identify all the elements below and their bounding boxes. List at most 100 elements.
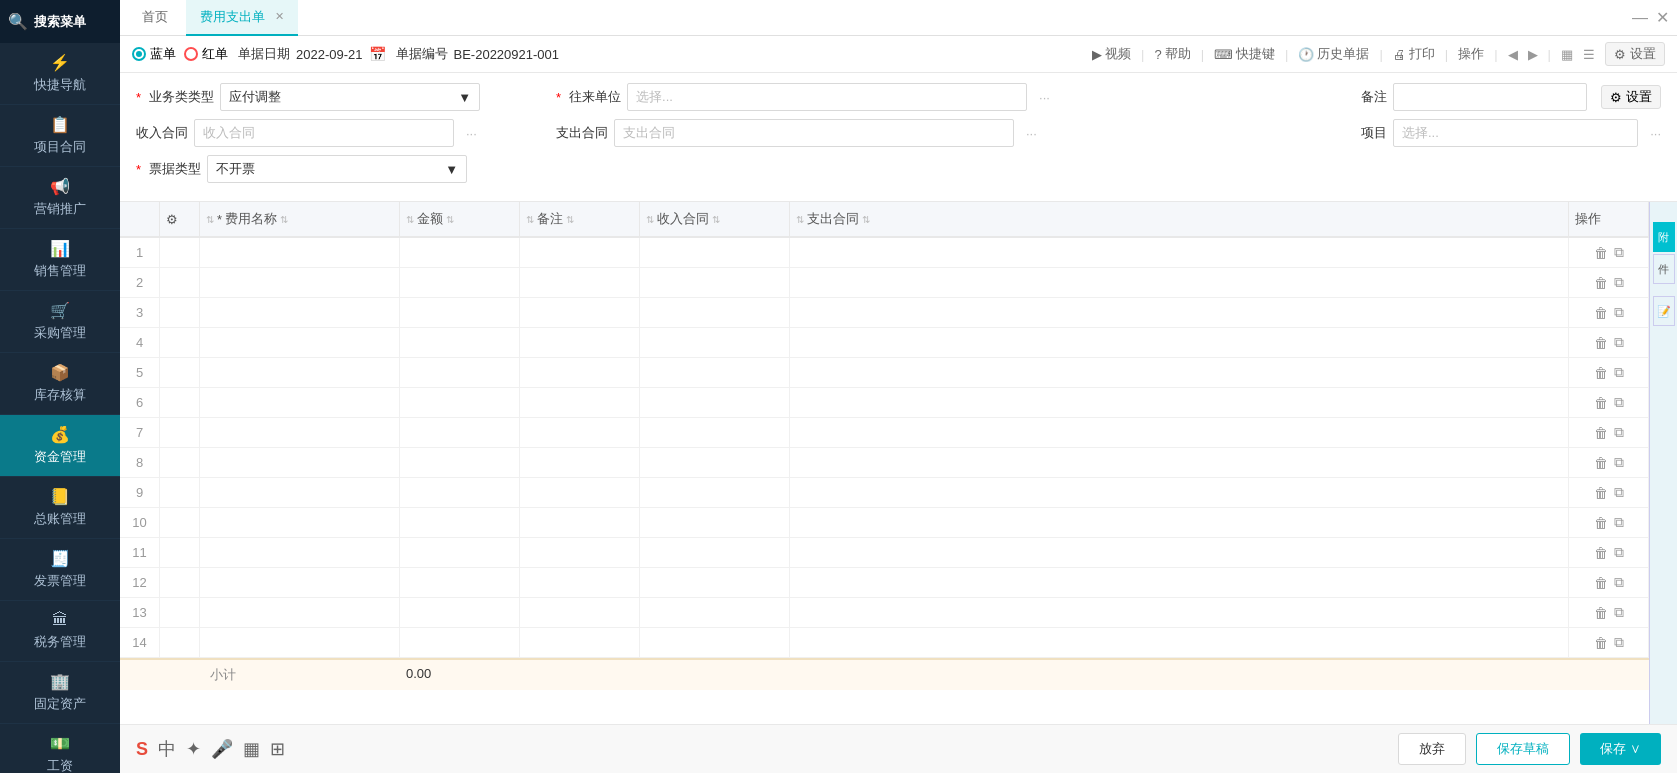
print-btn[interactable]: 🖨 打印 (1393, 45, 1435, 63)
row-name[interactable] (200, 478, 400, 507)
discard-button[interactable]: 放弃 (1398, 733, 1466, 765)
copy-icon[interactable]: ⧉ (1614, 394, 1624, 411)
row-name[interactable] (200, 508, 400, 537)
row-income[interactable] (640, 508, 790, 537)
float-btn-memo[interactable]: 📝 (1653, 296, 1675, 326)
sidebar-item-salary[interactable]: 💵 工资 (0, 724, 120, 773)
sidebar-item-purchase-mgmt[interactable]: 🛒 采购管理 (0, 291, 120, 353)
row-amount[interactable] (400, 268, 520, 297)
float-btn-attach2[interactable]: 件 (1653, 254, 1675, 284)
row-name[interactable] (200, 418, 400, 447)
delete-icon[interactable]: 🗑 (1594, 605, 1608, 621)
copy-icon[interactable]: ⧉ (1614, 604, 1624, 621)
sidebar-item-quick-nav[interactable]: ⚡ 快捷导航 (0, 43, 120, 105)
note-input[interactable] (1393, 83, 1587, 111)
row-expense[interactable] (790, 448, 1569, 477)
row-name[interactable] (200, 238, 400, 267)
row-amount[interactable] (400, 508, 520, 537)
tool1-icon[interactable]: 中 (158, 737, 176, 761)
row-income[interactable] (640, 568, 790, 597)
row-note[interactable] (520, 598, 640, 627)
tab-home[interactable]: 首页 (128, 0, 182, 36)
expense-more[interactable]: ··· (1026, 126, 1037, 141)
sidebar-item-fund-mgmt[interactable]: 💰 资金管理 (0, 415, 120, 477)
arrow-right-icon[interactable]: ▶ (1528, 47, 1538, 62)
delete-icon[interactable]: 🗑 (1594, 395, 1608, 411)
row-expense[interactable] (790, 538, 1569, 567)
row-income[interactable] (640, 478, 790, 507)
delete-icon[interactable]: 🗑 (1594, 305, 1608, 321)
save-draft-button[interactable]: 保存草稿 (1476, 733, 1570, 765)
row-name[interactable] (200, 598, 400, 627)
row-amount[interactable] (400, 478, 520, 507)
note-settings[interactable]: ⚙ 设置 (1601, 85, 1661, 109)
list-icon[interactable]: ☰ (1583, 47, 1595, 62)
settings-button[interactable]: ⚙ 设置 (1605, 42, 1665, 66)
row-note[interactable] (520, 238, 640, 267)
delete-icon[interactable]: 🗑 (1594, 545, 1608, 561)
tool4-icon[interactable]: ▦ (243, 738, 260, 760)
sidebar-item-sales-mgmt[interactable]: 📊 销售管理 (0, 229, 120, 291)
sidebar-item-project-contract[interactable]: 📋 项目合同 (0, 105, 120, 167)
row-expense[interactable] (790, 568, 1569, 597)
row-income[interactable] (640, 448, 790, 477)
copy-icon[interactable]: ⧉ (1614, 544, 1624, 561)
expense-contract-input[interactable]: 支出合同 (614, 119, 1014, 147)
tab-close-icon[interactable]: ✕ (275, 10, 284, 23)
sidebar-item-accounting[interactable]: 📒 总账管理 (0, 477, 120, 539)
copy-icon[interactable]: ⧉ (1614, 274, 1624, 291)
partner-more[interactable]: ··· (1039, 90, 1050, 105)
copy-icon[interactable]: ⧉ (1614, 634, 1624, 651)
delete-icon[interactable]: 🗑 (1594, 575, 1608, 591)
row-amount[interactable] (400, 628, 520, 657)
row-name[interactable] (200, 268, 400, 297)
row-amount[interactable] (400, 238, 520, 267)
row-note[interactable] (520, 448, 640, 477)
row-note[interactable] (520, 478, 640, 507)
copy-icon[interactable]: ⧉ (1614, 364, 1624, 381)
radio-red[interactable]: 红单 (184, 45, 228, 63)
row-expense[interactable] (790, 628, 1569, 657)
row-expense[interactable] (790, 358, 1569, 387)
row-note[interactable] (520, 298, 640, 327)
row-expense[interactable] (790, 298, 1569, 327)
row-note[interactable] (520, 568, 640, 597)
row-expense[interactable] (790, 328, 1569, 357)
tool2-icon[interactable]: ✦ (186, 738, 201, 760)
row-name[interactable] (200, 568, 400, 597)
row-note[interactable] (520, 328, 640, 357)
row-note[interactable] (520, 268, 640, 297)
history-btn[interactable]: 🕐 历史单据 (1298, 45, 1369, 63)
row-amount[interactable] (400, 538, 520, 567)
tool5-icon[interactable]: ⊞ (270, 738, 285, 760)
delete-icon[interactable]: 🗑 (1594, 515, 1608, 531)
row-income[interactable] (640, 298, 790, 327)
row-note[interactable] (520, 418, 640, 447)
delete-icon[interactable]: 🗑 (1594, 245, 1608, 261)
row-name[interactable] (200, 358, 400, 387)
row-income[interactable] (640, 358, 790, 387)
row-note[interactable] (520, 358, 640, 387)
operation-btn[interactable]: 操作 (1458, 45, 1484, 63)
project-input[interactable]: 选择... (1393, 119, 1638, 147)
project-more[interactable]: ··· (1650, 126, 1661, 141)
delete-icon[interactable]: 🗑 (1594, 365, 1608, 381)
row-income[interactable] (640, 418, 790, 447)
row-expense[interactable] (790, 598, 1569, 627)
copy-icon[interactable]: ⧉ (1614, 424, 1624, 441)
row-amount[interactable] (400, 298, 520, 327)
shortcut-btn[interactable]: ⌨ 快捷键 (1214, 45, 1275, 63)
copy-icon[interactable]: ⧉ (1614, 334, 1624, 351)
row-name[interactable] (200, 388, 400, 417)
row-amount[interactable] (400, 358, 520, 387)
biz-type-select[interactable]: 应付调整 ▼ (220, 83, 480, 111)
window-close-icon[interactable]: ✕ (1656, 8, 1669, 27)
calendar-icon[interactable]: 📅 (369, 46, 386, 62)
row-name[interactable] (200, 538, 400, 567)
th-gear[interactable]: ⚙ (160, 202, 200, 236)
radio-blue[interactable]: 蓝单 (132, 45, 176, 63)
partner-input[interactable]: 选择... (627, 83, 1027, 111)
income-more[interactable]: ··· (466, 126, 477, 141)
video-btn[interactable]: ▶ 视频 (1092, 45, 1131, 63)
row-income[interactable] (640, 538, 790, 567)
